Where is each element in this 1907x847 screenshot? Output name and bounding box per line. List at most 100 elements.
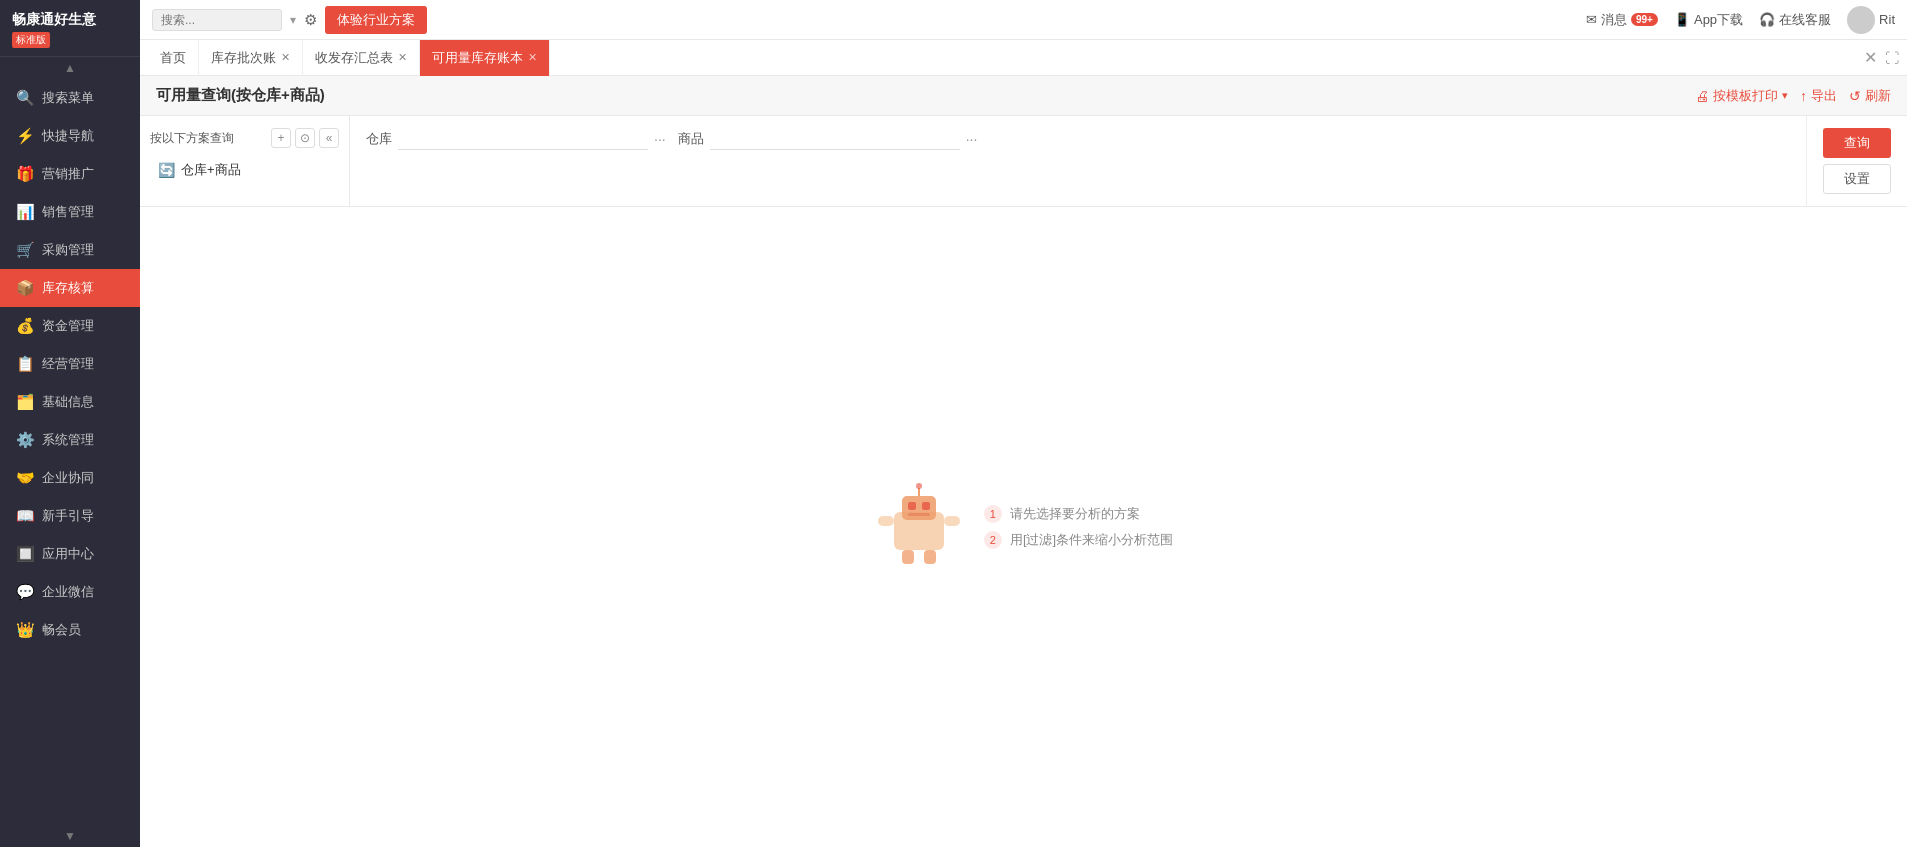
empty-robot-icon [874, 482, 964, 572]
industry-btn[interactable]: 体验行业方案 [325, 6, 427, 34]
filter-row: 仓库 ··· 商品 ··· [366, 128, 1790, 150]
hint-num-2: 2 [984, 531, 1002, 549]
filter-schemes: 按以下方案查询 + ⊙ « 🔄 仓库+商品 [140, 116, 350, 206]
sidebar-item-guide[interactable]: 📖 新手引导 [0, 497, 140, 535]
sidebar: 畅康通好生意 标准版 ▲ 🔍 搜索菜单 ⚡ 快捷导航 🎁 营销推广 📊 销售管理… [0, 0, 140, 847]
sidebar-item-label: 新手引导 [42, 507, 94, 525]
query-button[interactable]: 查询 [1823, 128, 1891, 158]
sidebar-scroll-up[interactable]: ▲ [0, 57, 140, 79]
sidebar-item-member[interactable]: 👑 畅会员 [0, 611, 140, 649]
handshake-icon: 🤝 [16, 469, 34, 487]
tab-summary-label: 收发存汇总表 [315, 49, 393, 67]
online-service-btn[interactable]: 🎧 在线客服 [1759, 11, 1831, 29]
settings-icon[interactable]: ⚙ [304, 11, 317, 29]
content-area: 1 请先选择要分析的方案 2 用[过滤]条件来缩小分析范围 [140, 207, 1907, 847]
tab-available[interactable]: 可用量库存账本 ✕ [420, 40, 550, 76]
sidebar-scroll-down[interactable]: ▼ [0, 825, 140, 847]
msg-label: 消息 [1601, 11, 1627, 29]
sidebar-item-marketing[interactable]: 🎁 营销推广 [0, 155, 140, 193]
tab-home-label: 首页 [160, 49, 186, 67]
refresh-label: 刷新 [1865, 87, 1891, 105]
print-btn[interactable]: 🖨 按模板打印 ▾ [1695, 87, 1788, 105]
cart-icon: 🛒 [16, 241, 34, 259]
dropdown-icon[interactable]: ▾ [290, 13, 296, 27]
filter-fields: 仓库 ··· 商品 ··· [350, 116, 1806, 206]
crown-icon: 👑 [16, 621, 34, 639]
user-avatar[interactable]: Rit [1847, 6, 1895, 34]
sidebar-item-sales[interactable]: 📊 销售管理 [0, 193, 140, 231]
sidebar-item-label: 快捷导航 [42, 127, 94, 145]
sidebar-item-label: 经营管理 [42, 355, 94, 373]
sidebar-item-appstore[interactable]: 🔲 应用中心 [0, 535, 140, 573]
app-icon: 🔲 [16, 545, 34, 563]
sidebar-item-finance[interactable]: 💰 资金管理 [0, 307, 140, 345]
sidebar-item-cooperation[interactable]: 🤝 企业协同 [0, 459, 140, 497]
sidebar-item-label: 企业微信 [42, 583, 94, 601]
tab-summary-close[interactable]: ✕ [398, 51, 407, 64]
app-download-btn[interactable]: 📱 App下载 [1674, 11, 1743, 29]
warehouse-more-icon[interactable]: ··· [654, 131, 666, 147]
sidebar-item-operations[interactable]: 📋 经营管理 [0, 345, 140, 383]
svg-rect-7 [878, 516, 894, 526]
filter-goods: 商品 ··· [678, 128, 978, 150]
search-icon: 🔍 [16, 89, 34, 107]
sidebar-item-search[interactable]: 🔍 搜索菜单 [0, 79, 140, 117]
filter-actions: 查询 设置 [1806, 116, 1907, 206]
book-icon: 📖 [16, 507, 34, 525]
svg-point-10 [916, 483, 922, 489]
sidebar-item-system[interactable]: ⚙️ 系统管理 [0, 421, 140, 459]
refresh-icon: ↺ [1849, 88, 1861, 104]
export-btn[interactable]: ↑ 导出 [1800, 87, 1837, 105]
gift-icon: 🎁 [16, 165, 34, 183]
wechat-icon: 💬 [16, 583, 34, 601]
scheme-warehouse-goods[interactable]: 🔄 仓库+商品 [150, 156, 339, 184]
sidebar-item-label: 库存核算 [42, 279, 94, 297]
refresh-btn[interactable]: ↺ 刷新 [1849, 87, 1891, 105]
box-icon: 📦 [16, 279, 34, 297]
settings-button[interactable]: 设置 [1823, 164, 1891, 194]
sidebar-item-label: 畅会员 [42, 621, 81, 639]
goods-more-icon[interactable]: ··· [966, 131, 978, 147]
page-header: 可用量查询(按仓库+商品) 🖨 按模板打印 ▾ ↑ 导出 ↺ 刷新 [140, 76, 1907, 116]
topbar: ▾ ⚙ 体验行业方案 ✉ 消息 99+ 📱 App下载 🎧 在线客服 Rit [140, 0, 1907, 40]
filter-schemes-header: 按以下方案查询 + ⊙ « [150, 128, 339, 148]
tab-batch-close[interactable]: ✕ [281, 51, 290, 64]
search-input[interactable] [152, 9, 282, 31]
avatar [1847, 6, 1875, 34]
sidebar-item-shortcut[interactable]: ⚡ 快捷导航 [0, 117, 140, 155]
clipboard-icon: 📋 [16, 355, 34, 373]
sidebar-item-wechat[interactable]: 💬 企业微信 [0, 573, 140, 611]
scheme-settings-btn[interactable]: ⊙ [295, 128, 315, 148]
user-name: Rit [1879, 12, 1895, 27]
tabbar-expand-icon[interactable]: ⛶ [1885, 50, 1899, 66]
goods-label: 商品 [678, 130, 704, 148]
gear-icon: ⚙️ [16, 431, 34, 449]
goods-input[interactable] [710, 128, 960, 150]
scheme-label: 仓库+商品 [181, 161, 241, 179]
sidebar-item-label: 营销推广 [42, 165, 94, 183]
scheme-collapse-btn[interactable]: « [319, 128, 339, 148]
sidebar-item-purchase[interactable]: 🛒 采购管理 [0, 231, 140, 269]
svg-rect-5 [902, 550, 914, 564]
chart-icon: 📊 [16, 203, 34, 221]
tab-available-close[interactable]: ✕ [528, 51, 537, 64]
svg-rect-3 [922, 502, 930, 510]
tab-available-label: 可用量库存账本 [432, 49, 523, 67]
messages-btn[interactable]: ✉ 消息 99+ [1586, 11, 1658, 29]
tab-home[interactable]: 首页 [148, 40, 199, 76]
sidebar-item-inventory[interactable]: 📦 库存核算 [0, 269, 140, 307]
svg-rect-4 [908, 513, 930, 516]
warehouse-input[interactable] [398, 128, 648, 150]
empty-hints: 1 请先选择要分析的方案 2 用[过滤]条件来缩小分析范围 [984, 505, 1173, 549]
bell-icon: ✉ [1586, 12, 1597, 27]
mobile-icon: 📱 [1674, 12, 1690, 27]
scheme-add-btn[interactable]: + [271, 128, 291, 148]
money-icon: 💰 [16, 317, 34, 335]
tab-batch[interactable]: 库存批次账 ✕ [199, 40, 303, 76]
sidebar-item-basic[interactable]: 🗂️ 基础信息 [0, 383, 140, 421]
scheme-rotate-icon: 🔄 [158, 162, 175, 178]
sidebar-item-label: 资金管理 [42, 317, 94, 335]
folder-icon: 🗂️ [16, 393, 34, 411]
tabbar-close-icon[interactable]: ✕ [1864, 48, 1877, 67]
tab-summary[interactable]: 收发存汇总表 ✕ [303, 40, 420, 76]
